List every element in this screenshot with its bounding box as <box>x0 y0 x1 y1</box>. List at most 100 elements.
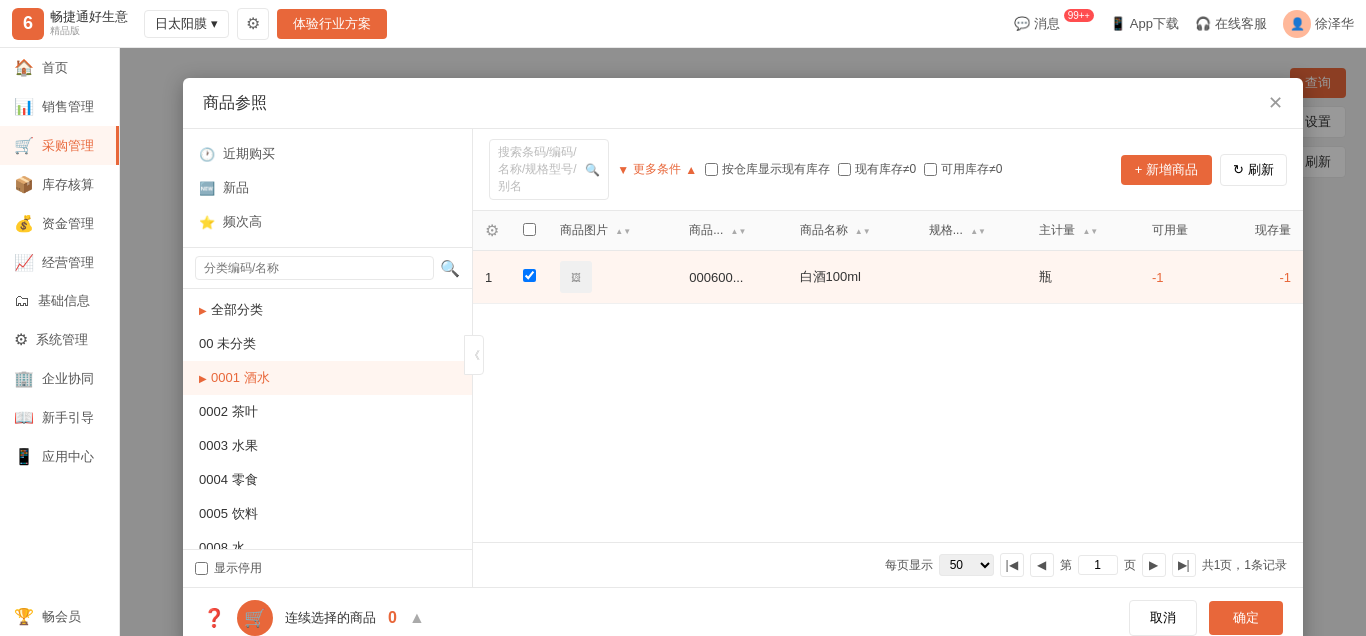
avatar-icon: 👤 <box>1290 17 1305 31</box>
select-all-checkbox[interactable] <box>523 223 536 236</box>
guide-icon: 📖 <box>14 408 34 427</box>
sidebar: 🏠 首页 📊 销售管理 🛒 采购管理 📦 库存核算 💰 资金管理 📈 经营管理 … <box>0 48 120 636</box>
trial-button[interactable]: 体验行业方案 <box>277 9 387 39</box>
search-icon[interactable]: 🔍 <box>440 259 460 278</box>
headset-icon: 🎧 <box>1195 16 1211 31</box>
left-tabs: 🕐 近期购买 🆕 新品 ⭐ 频次高 <box>183 129 472 248</box>
page-number-input[interactable] <box>1078 555 1118 575</box>
sidebar-item-purchase[interactable]: 🛒 采购管理 <box>0 126 119 165</box>
product-table-wrapper: ⚙ 商品图片 ▲▼ <box>473 211 1303 542</box>
store-select[interactable]: 日太阳膜 ▾ <box>144 10 229 38</box>
cart-button[interactable]: 🛒 <box>237 600 273 636</box>
app-download-nav-item[interactable]: 📱 App下载 <box>1110 15 1179 33</box>
sidebar-item-member[interactable]: 🏆 畅会员 <box>0 597 119 636</box>
category-item-uncategorized[interactable]: 00 未分类 <box>183 327 472 361</box>
search-bar[interactable]: 搜索条码/编码/名称/规格型号/别名 🔍 <box>489 139 609 200</box>
main-layout: 🏠 首页 📊 销售管理 🛒 采购管理 📦 库存核算 💰 资金管理 📈 经营管理 … <box>0 48 1366 636</box>
purchase-icon: 🛒 <box>14 136 34 155</box>
last-page-button[interactable]: ▶| <box>1172 553 1196 577</box>
modal-title: 商品参照 <box>203 93 267 114</box>
category-label: 全部分类 <box>211 301 263 319</box>
collapse-panel-button[interactable]: 《 <box>464 335 484 375</box>
cart-icon: 🛒 <box>244 607 266 629</box>
prev-page-button[interactable]: ◀ <box>1030 553 1054 577</box>
category-item-liquor[interactable]: ▶ 0001 酒水 <box>183 361 472 395</box>
th-image: 商品图片 ▲▼ <box>548 211 677 251</box>
add-product-button[interactable]: + 新增商品 <box>1121 155 1212 185</box>
recent-purchase-tab[interactable]: 🕐 近期购买 <box>183 137 472 171</box>
category-search-row: 🔍 <box>183 248 472 289</box>
th-name: 商品名称 ▲▼ <box>788 211 917 251</box>
online-service-nav-item[interactable]: 🎧 在线客服 <box>1195 15 1267 33</box>
search-bar-icon: 🔍 <box>585 163 600 177</box>
enterprise-icon: 🏢 <box>14 369 34 388</box>
show-disabled-checkbox[interactable] <box>195 562 208 575</box>
th-stock-label: 现存量 <box>1255 223 1291 237</box>
available-stock-checkbox[interactable] <box>924 163 937 176</box>
show-disabled-row: 显示停用 <box>183 549 472 587</box>
sidebar-item-guide[interactable]: 📖 新手引导 <box>0 398 119 437</box>
th-unit-label: 主计量 <box>1039 223 1075 237</box>
th-checkbox <box>511 211 548 251</box>
first-page-button[interactable]: |◀ <box>1000 553 1024 577</box>
sidebar-item-home[interactable]: 🏠 首页 <box>0 48 119 87</box>
category-item-water[interactable]: 0008 水 <box>183 531 472 549</box>
by-warehouse-checkbox[interactable] <box>705 163 718 176</box>
th-stock: 现存量 <box>1221 211 1303 251</box>
sidebar-item-system[interactable]: ⚙ 系统管理 <box>0 320 119 359</box>
sidebar-item-basic-info[interactable]: 🗂 基础信息 <box>0 282 119 320</box>
category-item-all[interactable]: ▶ 全部分类 <box>183 293 472 327</box>
filter-up-icon: ▲ <box>685 163 697 177</box>
row-checkbox[interactable] <box>523 269 536 282</box>
category-item-snack[interactable]: 0004 零食 <box>183 463 472 497</box>
new-products-label: 新品 <box>223 179 249 197</box>
category-search-input[interactable] <box>195 256 434 280</box>
new-products-tab[interactable]: 🆕 新品 <box>183 171 472 205</box>
sidebar-item-enterprise[interactable]: 🏢 企业协同 <box>0 359 119 398</box>
messages-label: 消息 <box>1034 15 1060 33</box>
sidebar-item-finance[interactable]: 💰 资金管理 <box>0 204 119 243</box>
page-size-select[interactable]: 50 100 <box>939 554 994 576</box>
category-item-fruit[interactable]: 0003 水果 <box>183 429 472 463</box>
more-filters-button[interactable]: ▼ 更多条件 ▲ <box>617 161 697 178</box>
sidebar-item-label: 系统管理 <box>36 331 88 349</box>
right-panel: 搜索条码/编码/名称/规格型号/别名 🔍 ▼ 更多条件 ▲ 按仓库显示现有库存 <box>473 129 1303 587</box>
th-available: 可用量 <box>1140 211 1221 251</box>
message-icon: 💬 <box>1014 16 1030 31</box>
sidebar-item-operations[interactable]: 📈 经营管理 <box>0 243 119 282</box>
sidebar-item-label: 采购管理 <box>42 137 94 155</box>
modal-header: 商品参照 ✕ <box>183 78 1303 129</box>
cancel-button[interactable]: 取消 <box>1129 600 1197 636</box>
modal-overlay: 商品参照 ✕ 🕐 近期购买 🆕 <box>120 48 1366 636</box>
by-warehouse-label: 按仓库显示现有库存 <box>722 161 830 178</box>
logo-sub: 精品版 <box>50 24 128 38</box>
th-image-label: 商品图片 <box>560 223 608 237</box>
next-page-button[interactable]: ▶ <box>1142 553 1166 577</box>
category-item-beverage[interactable]: 0005 饮料 <box>183 497 472 531</box>
table-row[interactable]: 1 🖼 <box>473 251 1303 304</box>
table-settings-icon[interactable]: ⚙ <box>485 222 499 239</box>
home-icon: 🏠 <box>14 58 34 77</box>
image-icon: 🖼 <box>571 272 581 283</box>
category-label: 0002 茶叶 <box>199 403 258 421</box>
modal-close-button[interactable]: ✕ <box>1268 92 1283 114</box>
star-icon: ⭐ <box>199 215 215 230</box>
top-nav: 6 畅捷通好生意 精品版 日太阳膜 ▾ ⚙ 体验行业方案 💬 消息 99++ 📱… <box>0 0 1366 48</box>
confirm-button[interactable]: 确定 <box>1209 601 1283 635</box>
sidebar-item-appcenter[interactable]: 📱 应用中心 <box>0 437 119 476</box>
refresh-button[interactable]: ↻ 刷新 <box>1220 154 1287 186</box>
username-label: 徐泽华 <box>1315 15 1354 33</box>
collapse-cart-icon[interactable]: ▲ <box>409 609 425 627</box>
gear-button[interactable]: ⚙ <box>237 8 269 40</box>
sort-arrows-unit: ▲▼ <box>1082 227 1098 236</box>
category-label: 0003 水果 <box>199 437 258 455</box>
help-icon[interactable]: ❓ <box>203 607 225 629</box>
has-stock-checkbox[interactable] <box>838 163 851 176</box>
user-nav-item[interactable]: 👤 徐泽华 <box>1283 10 1354 38</box>
sidebar-item-sales[interactable]: 📊 销售管理 <box>0 87 119 126</box>
category-item-tea[interactable]: 0002 茶叶 <box>183 395 472 429</box>
messages-nav-item[interactable]: 💬 消息 99++ <box>1014 15 1094 33</box>
sidebar-item-inventory[interactable]: 📦 库存核算 <box>0 165 119 204</box>
frequent-tab[interactable]: ⭐ 频次高 <box>183 205 472 239</box>
user-avatar: 👤 <box>1283 10 1311 38</box>
